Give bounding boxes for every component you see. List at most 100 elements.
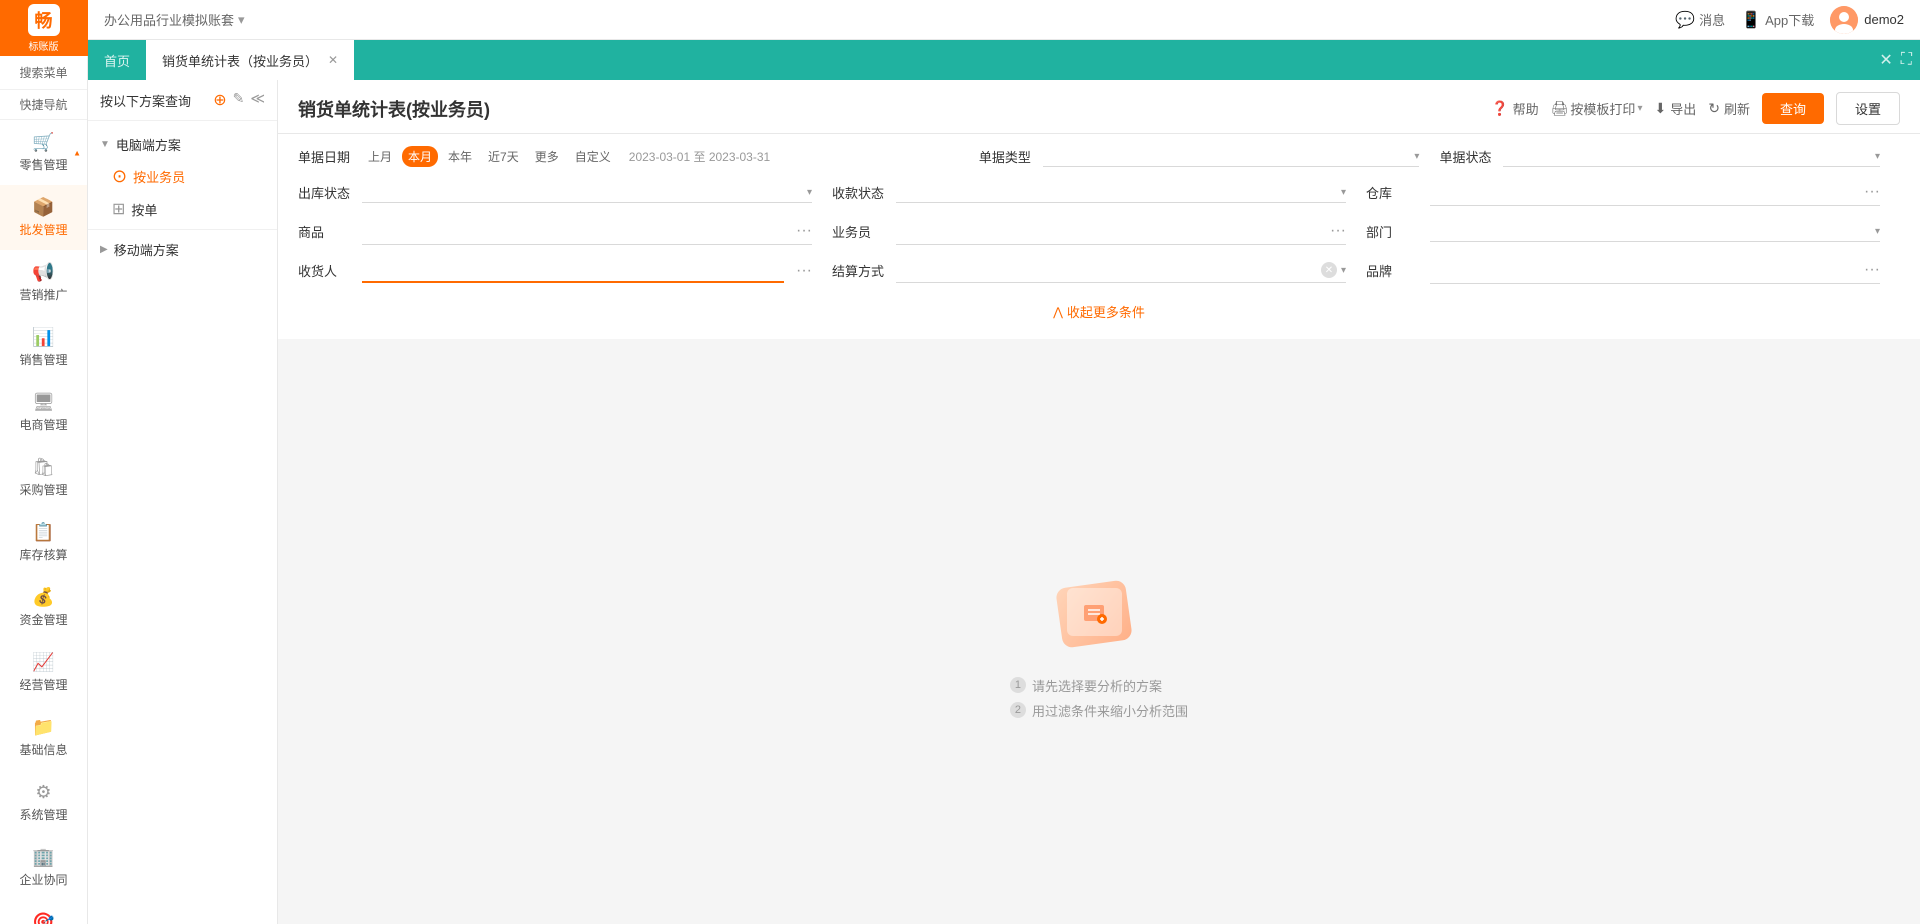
payment-clear-icon[interactable]: ✕ xyxy=(1321,262,1337,278)
salesperson-select[interactable]: ··· xyxy=(896,218,1346,245)
date-tab-thisyear[interactable]: 本年 xyxy=(442,146,478,167)
sidebar-item-operation[interactable]: 📈 经营管理 xyxy=(0,640,87,705)
receiver-input[interactable] xyxy=(362,258,784,283)
collapse-panel-btn[interactable]: ≪ xyxy=(250,90,265,110)
close-window-icon[interactable]: ✕ xyxy=(1879,50,1892,70)
user-profile[interactable]: demo2 xyxy=(1830,6,1904,34)
print-btn[interactable]: 🖨 按模板打印 ▾ xyxy=(1551,99,1643,118)
sidebar-item-retail[interactable]: 🛒 零售管理 xyxy=(0,120,87,185)
sidebar-item-sales[interactable]: 📊 销售管理 xyxy=(0,315,87,380)
payment-label: 结算方式 xyxy=(832,261,888,280)
receiptstatus-arrow-icon: ▾ xyxy=(1341,187,1346,198)
sidebar-item-ecommerce[interactable]: 🖥 电商管理 xyxy=(0,380,87,445)
query-button[interactable]: 查询 xyxy=(1762,93,1824,124)
goods-dots[interactable]: ··· xyxy=(796,222,812,240)
sidebar-item-inventory[interactable]: 📋 库存核算 xyxy=(0,510,87,575)
sidebar-logo[interactable]: 畅 标账版 xyxy=(0,0,88,56)
tree-node-mobile[interactable]: ▶ 移动端方案 xyxy=(88,234,277,265)
left-panel-title: 按以下方案查询 xyxy=(100,91,191,110)
filter-row-4: 收货人 ··· 结算方式 ✕ ▾ 品牌 xyxy=(298,257,1900,284)
left-panel-actions: ⊕ ✎ ≪ xyxy=(213,90,265,110)
logo-text: 标账版 xyxy=(29,38,59,53)
tree-node-desktop[interactable]: ▼ 电脑端方案 xyxy=(88,129,277,160)
sidebar-item-marketing[interactable]: 📢 营销推广 xyxy=(0,250,87,315)
sidebar-item-purchase[interactable]: 🛍 采购管理 xyxy=(0,445,87,510)
sidebar-quicknav[interactable]: 快捷导航 xyxy=(0,90,87,120)
refresh-btn[interactable]: ↻ 刷新 xyxy=(1708,99,1750,118)
appdownload-action[interactable]: 📱 App下载 xyxy=(1741,10,1814,30)
settings-button[interactable]: 设置 xyxy=(1836,92,1900,125)
sidebar-search[interactable]: 搜索菜单 xyxy=(0,56,87,90)
receiver-label: 收货人 xyxy=(298,261,354,280)
warehouse-dots[interactable]: ··· xyxy=(1864,183,1880,201)
payment-arrow-icon: ▾ xyxy=(1341,265,1346,276)
topbar-actions: 💬 消息 📱 App下载 demo2 xyxy=(1675,6,1904,34)
sidebar-item-finance[interactable]: 💰 资金管理 xyxy=(0,575,87,640)
add-scheme-btn[interactable]: ⊕ xyxy=(213,90,226,110)
page-title: 销货单统计表(按业务员) xyxy=(298,96,490,122)
tree-desktop-children: ⊙ 按业务员 ⊞ 按单 xyxy=(88,160,277,225)
sidebar-item-enterprise[interactable]: 🏢 企业协同 xyxy=(0,835,87,900)
system-icon: ⚙ xyxy=(35,782,51,803)
dept-select[interactable]: ▾ xyxy=(1430,222,1880,242)
logo-icon: 畅 xyxy=(28,4,60,36)
export-btn[interactable]: ⬇ 导出 xyxy=(1654,99,1696,118)
left-panel-header: 按以下方案查询 ⊕ ✎ ≪ xyxy=(88,80,277,121)
sidebar-item-newbie[interactable]: 🎯 新手引导 xyxy=(0,900,87,924)
empty-illustration xyxy=(1039,544,1159,664)
outstatus-select[interactable]: ▾ xyxy=(362,183,812,203)
date-tab-thismonth[interactable]: 本月 xyxy=(402,146,438,167)
data-area: 1 请先选择要分析的方案 2 用过滤条件来缩小分析范围 xyxy=(278,339,1920,924)
empty-tips: 1 请先选择要分析的方案 2 用过滤条件来缩小分析范围 xyxy=(1010,676,1188,720)
breadcrumb: 办公用品行业模拟账套 ▾ xyxy=(104,10,1663,29)
left-panel: 按以下方案查询 ⊕ ✎ ≪ ▼ 电脑端方案 ⊙ 按业务员 xyxy=(88,80,278,924)
receiptstatus-label: 收款状态 xyxy=(832,183,888,202)
scheme-tree: ▼ 电脑端方案 ⊙ 按业务员 ⊞ 按单 ▶ 移动 xyxy=(88,121,277,924)
receiver-dots[interactable]: ··· xyxy=(796,262,812,280)
filter-receiptstatus: 收款状态 ▾ xyxy=(832,183,1366,203)
expand-arrow-mobile: ▶ xyxy=(100,244,108,255)
date-tab-custom[interactable]: 自定义 xyxy=(569,146,617,167)
tree-item-bydan[interactable]: ⊞ 按单 xyxy=(112,193,277,225)
receiptstatus-select[interactable]: ▾ xyxy=(896,183,1346,203)
topbar: 办公用品行业模拟账套 ▾ 💬 消息 📱 App下载 demo2 xyxy=(88,0,1920,40)
date-tab-more[interactable]: 更多 xyxy=(529,146,565,167)
sidebar-item-wholesale[interactable]: 📦 批发管理 xyxy=(0,185,87,250)
tab-close-icon[interactable]: ✕ xyxy=(328,53,338,67)
tabbar: 首页 销货单统计表（按业务员） ✕ ✕ ⛶ xyxy=(88,40,1920,80)
warehouse-select[interactable]: ··· xyxy=(1430,179,1880,206)
message-action[interactable]: 💬 消息 xyxy=(1675,10,1725,30)
brand-dots[interactable]: ··· xyxy=(1864,261,1880,279)
goods-select[interactable]: ··· xyxy=(362,218,812,245)
empty-tip-2: 2 用过滤条件来缩小分析范围 xyxy=(1010,701,1188,720)
filter-date: 单据日期 上月 本月 本年 近7天 更多 自定义 2023-03-01 至 20… xyxy=(298,146,979,167)
payment-select[interactable]: ✕ ▾ xyxy=(896,258,1346,283)
warehouse-label: 仓库 xyxy=(1366,183,1422,202)
maximize-icon[interactable]: ⛶ xyxy=(1901,51,1912,69)
app-icon: 📱 xyxy=(1741,10,1761,30)
salesperson-dots[interactable]: ··· xyxy=(1330,222,1346,240)
doctype-select[interactable]: ▾ xyxy=(1043,147,1420,167)
retail-icon: 🛒 xyxy=(32,132,54,153)
tab-report[interactable]: 销货单统计表（按业务员） ✕ xyxy=(146,40,354,80)
brand-select[interactable]: ··· xyxy=(1430,257,1880,284)
edit-scheme-btn[interactable]: ✎ xyxy=(233,90,245,110)
collapse-btn[interactable]: ⋀ 收起更多条件 xyxy=(1053,296,1145,327)
sidebar-item-basic[interactable]: 📁 基础信息 xyxy=(0,705,87,770)
docstatus-select[interactable]: ▾ xyxy=(1503,147,1880,167)
filter-area: 单据日期 上月 本月 本年 近7天 更多 自定义 2023-03-01 至 20… xyxy=(278,134,1920,339)
operation-icon: 📈 xyxy=(32,652,54,673)
tab-home[interactable]: 首页 xyxy=(88,40,146,80)
tree-item-byywy[interactable]: ⊙ 按业务员 xyxy=(112,160,277,193)
date-tab-7days[interactable]: 近7天 xyxy=(482,146,525,167)
brand-label: 品牌 xyxy=(1366,261,1422,280)
right-panel: 销货单统计表(按业务员) ❓ 帮助 🖨 按模板打印 ▾ ⬇ 导出 xyxy=(278,80,1920,924)
breadcrumb-dropdown[interactable]: ▾ xyxy=(238,12,245,28)
docstatus-arrow-icon: ▾ xyxy=(1875,151,1880,162)
date-tab-lastmonth[interactable]: 上月 xyxy=(362,146,398,167)
filter-salesperson: 业务员 ··· xyxy=(832,218,1366,245)
sidebar-item-system[interactable]: ⚙ 系统管理 xyxy=(0,770,87,835)
help-icon: ❓ xyxy=(1491,100,1508,117)
help-btn[interactable]: ❓ 帮助 xyxy=(1491,99,1538,118)
tab-maximize: ✕ ⛶ xyxy=(1879,50,1912,70)
